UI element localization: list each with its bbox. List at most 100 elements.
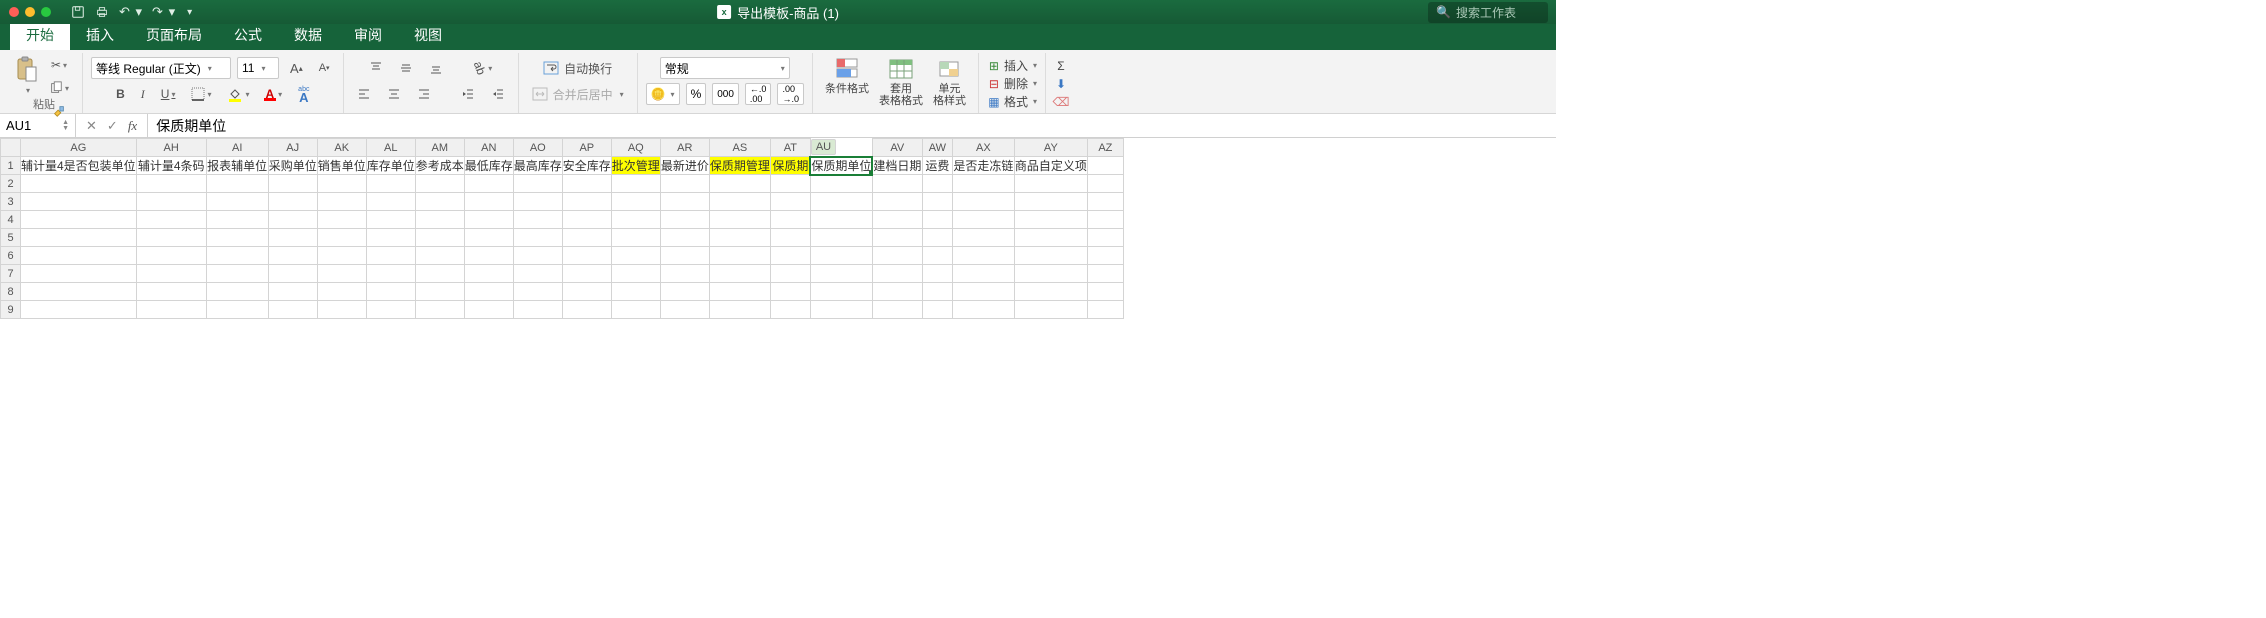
border-button[interactable]: ▾ [186,84,216,104]
cut-button[interactable]: ✂︎▾ [44,55,74,75]
cell-AT7[interactable] [770,265,810,283]
cell-AX8[interactable] [952,283,1014,301]
tab-公式[interactable]: 公式 [218,21,278,50]
undo-button[interactable]: ↶ ▾ [119,4,142,20]
cell-AY6[interactable] [1014,247,1087,265]
cell-AU4[interactable] [810,211,872,229]
tab-开始[interactable]: 开始 [10,21,70,50]
cell-AY5[interactable] [1014,229,1087,247]
column-header-AP[interactable]: AP [562,139,611,157]
cell-AV5[interactable] [872,229,922,247]
cell-AL1[interactable]: 库存单位 [366,157,415,175]
cell-AS9[interactable] [709,301,770,319]
insert-cells-button[interactable]: ⊞插入▾ [987,57,1037,74]
fx-icon[interactable]: fx [128,118,137,134]
cell-AN7[interactable] [464,265,513,283]
cell-AU6[interactable] [810,247,872,265]
cell-AW2[interactable] [922,175,952,193]
cell-AM3[interactable] [415,193,464,211]
cell-AO3[interactable] [513,193,562,211]
increase-indent-button[interactable] [486,84,510,104]
cell-AH5[interactable] [136,229,206,247]
copy-button[interactable]: ▾ [44,78,74,98]
cell-AM4[interactable] [415,211,464,229]
cell-AL3[interactable] [366,193,415,211]
cell-AV4[interactable] [872,211,922,229]
cell-AH6[interactable] [136,247,206,265]
cell-AK4[interactable] [317,211,366,229]
cell-AQ1[interactable]: 批次管理 [611,157,660,175]
cell-AS5[interactable] [709,229,770,247]
cell-AY9[interactable] [1014,301,1087,319]
column-header-AI[interactable]: AI [206,139,268,157]
font-size-select[interactable]: 11▾ [237,57,279,79]
cell-AL4[interactable] [366,211,415,229]
cell-AZ5[interactable] [1087,229,1123,247]
cell-AV7[interactable] [872,265,922,283]
cell-AG7[interactable] [21,265,137,283]
cell-AH8[interactable] [136,283,206,301]
cell-AW7[interactable] [922,265,952,283]
enter-formula-button[interactable]: ✓ [107,118,118,134]
cell-AR2[interactable] [660,175,709,193]
cell-AQ4[interactable] [611,211,660,229]
cell-AT9[interactable] [770,301,810,319]
cell-AH3[interactable] [136,193,206,211]
cell-styles-button[interactable]: 单元 格样式 [929,57,970,107]
cell-AR9[interactable] [660,301,709,319]
cell-AO9[interactable] [513,301,562,319]
cell-AY8[interactable] [1014,283,1087,301]
cell-AM7[interactable] [415,265,464,283]
row-header-6[interactable]: 6 [1,247,21,265]
cell-AI2[interactable] [206,175,268,193]
cell-AU2[interactable] [810,175,872,193]
cell-AN1[interactable]: 最低库存 [464,157,513,175]
cell-AL7[interactable] [366,265,415,283]
cell-AW5[interactable] [922,229,952,247]
cell-AP6[interactable] [562,247,611,265]
cell-AR7[interactable] [660,265,709,283]
column-header-AN[interactable]: AN [464,139,513,157]
merge-center-button[interactable]: 合并后居中▾ [527,83,629,106]
cell-AS4[interactable] [709,211,770,229]
cell-AM1[interactable]: 参考成本 [415,157,464,175]
cell-AI9[interactable] [206,301,268,319]
cell-AN4[interactable] [464,211,513,229]
cell-AK5[interactable] [317,229,366,247]
cell-AM5[interactable] [415,229,464,247]
cell-AL9[interactable] [366,301,415,319]
bold-button[interactable]: B [111,84,130,104]
cell-AO8[interactable] [513,283,562,301]
cell-AV6[interactable] [872,247,922,265]
cell-AO1[interactable]: 最高库存 [513,157,562,175]
cell-AT8[interactable] [770,283,810,301]
name-box-stepper[interactable]: ▲▼ [62,120,69,132]
qat-more-button[interactable]: ▾ [185,7,192,18]
spreadsheet-grid[interactable]: AGAHAIAJAKALAMANAOAPAQARASATAUAVAWAXAYAZ… [0,138,1556,319]
cell-AH7[interactable] [136,265,206,283]
cell-AI3[interactable] [206,193,268,211]
column-header-AO[interactable]: AO [513,139,562,157]
row-header-3[interactable]: 3 [1,193,21,211]
cell-AR3[interactable] [660,193,709,211]
maximize-window-button[interactable] [41,7,51,17]
cell-AR6[interactable] [660,247,709,265]
cell-AY2[interactable] [1014,175,1087,193]
cell-AM8[interactable] [415,283,464,301]
cell-AK3[interactable] [317,193,366,211]
column-header-AQ[interactable]: AQ [611,139,660,157]
cell-AG2[interactable] [21,175,137,193]
cell-AW1[interactable]: 运费 [922,157,952,175]
cell-AP2[interactable] [562,175,611,193]
delete-cells-button[interactable]: ⊟删除▾ [987,75,1037,92]
cell-AN3[interactable] [464,193,513,211]
cell-AY3[interactable] [1014,193,1087,211]
cell-AJ9[interactable] [268,301,317,319]
cell-AG6[interactable] [21,247,137,265]
column-header-AH[interactable]: AH [136,139,206,157]
cell-AS1[interactable]: 保质期管理 [709,157,770,175]
cell-AX5[interactable] [952,229,1014,247]
increase-decimal-button[interactable]: ←.0.00 [745,83,772,105]
cell-AZ4[interactable] [1087,211,1123,229]
cell-AP5[interactable] [562,229,611,247]
